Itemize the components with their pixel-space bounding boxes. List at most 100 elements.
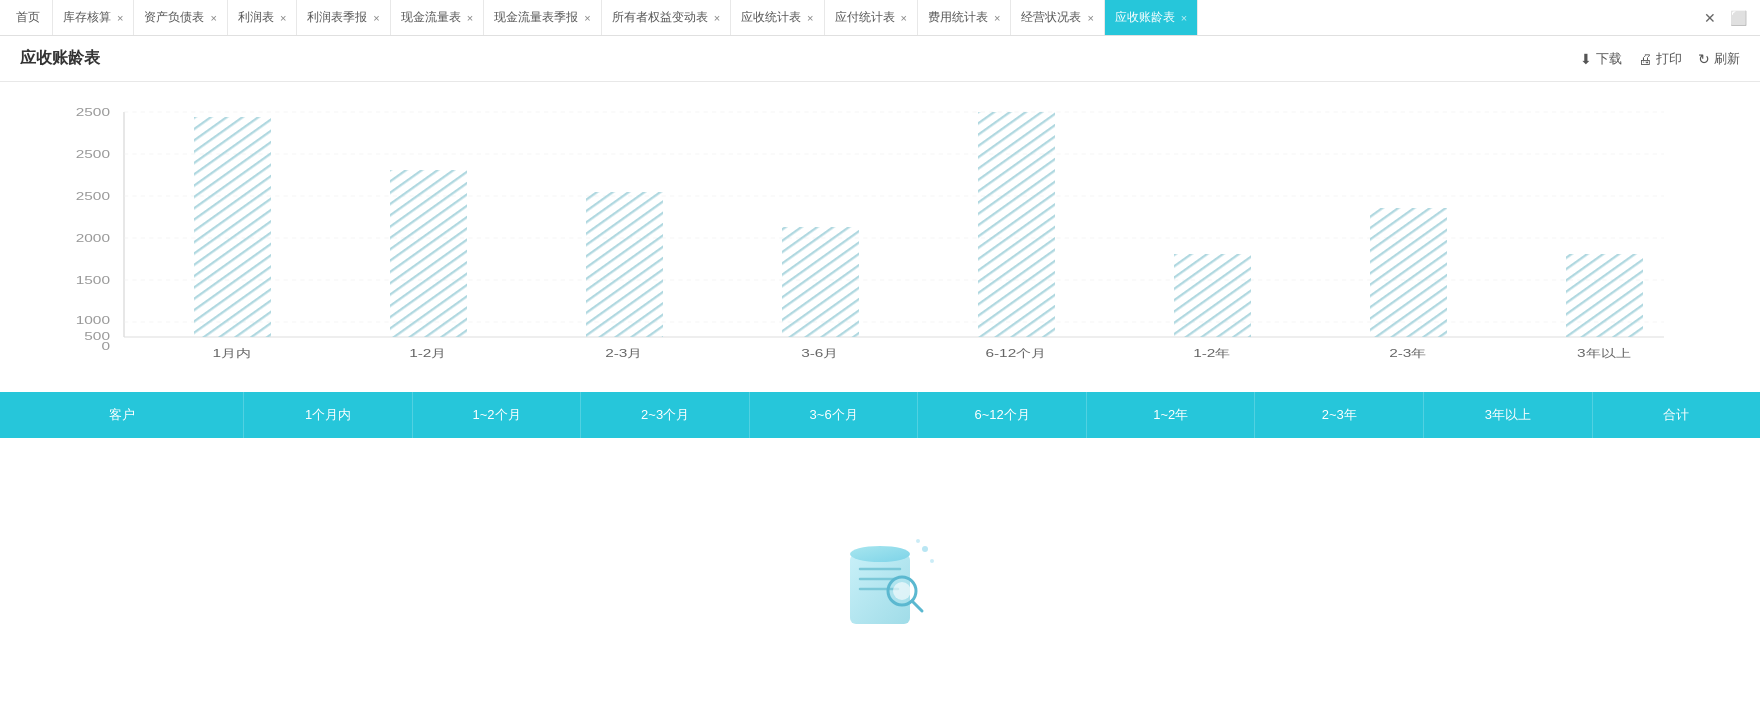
tab-window-controls: ✕ ⬜: [1698, 6, 1756, 30]
tab-label: 利润表季报: [307, 9, 367, 26]
tab-home[interactable]: 首页: [4, 0, 53, 36]
col-1-2month: 1~2个月: [413, 392, 582, 438]
svg-text:6-12个月: 6-12个月: [985, 347, 1046, 359]
svg-text:1500: 1500: [76, 274, 110, 286]
svg-point-32: [893, 582, 911, 600]
tab-ap-stats[interactable]: 应付统计表 ×: [825, 0, 918, 36]
svg-text:2500: 2500: [76, 190, 110, 202]
svg-text:1000: 1000: [76, 314, 110, 326]
tab-label: 资产负债表: [144, 9, 204, 26]
tab-label: 经营状况表: [1021, 9, 1081, 26]
close-icon[interactable]: ×: [901, 12, 907, 24]
tab-label: 应收账龄表: [1115, 9, 1175, 26]
tab-operations[interactable]: 经营状况表 ×: [1011, 0, 1104, 36]
col-1month: 1个月内: [244, 392, 413, 438]
close-icon[interactable]: ×: [714, 12, 720, 24]
col-1-2year: 1~2年: [1087, 392, 1256, 438]
bar-3年以上: [1566, 254, 1643, 337]
download-button[interactable]: ⬇ 下载: [1580, 50, 1622, 68]
bar-3-6月: [782, 227, 859, 337]
close-icon[interactable]: ×: [467, 12, 473, 24]
svg-text:1-2年: 1-2年: [1193, 347, 1230, 359]
tab-label: 费用统计表: [928, 9, 988, 26]
col-3-6month: 3~6个月: [750, 392, 919, 438]
svg-text:0: 0: [101, 340, 110, 352]
svg-text:2500: 2500: [76, 106, 110, 118]
tab-cashflow[interactable]: 现金流量表 ×: [391, 0, 484, 36]
col-customer: 客户: [0, 392, 244, 438]
svg-text:3-6月: 3-6月: [801, 347, 838, 359]
page-header: 应收账龄表 ⬇ 下载 🖨 打印 ↻ 刷新: [0, 36, 1760, 82]
close-icon[interactable]: ×: [807, 12, 813, 24]
bar-6-12月: [978, 112, 1055, 337]
svg-point-35: [930, 559, 934, 563]
tab-bar: 首页 库存核算 × 资产负债表 × 利润表 × 利润表季报 × 现金流量表 × …: [0, 0, 1760, 36]
tab-inventory[interactable]: 库存核算 ×: [53, 0, 134, 36]
bar-chart: 2500 2500 2500 2000 1500 1000 500 0: [40, 102, 1720, 382]
svg-point-27: [850, 546, 910, 562]
print-button[interactable]: 🖨 打印: [1638, 50, 1682, 68]
empty-state: [0, 438, 1760, 720]
close-icon[interactable]: ×: [994, 12, 1000, 24]
col-3year-plus: 3年以上: [1424, 392, 1593, 438]
refresh-icon: ↻: [1698, 51, 1710, 67]
maximize-window-button[interactable]: ⬜: [1726, 6, 1750, 30]
tab-label: 现金流量表: [401, 9, 461, 26]
close-window-button[interactable]: ✕: [1698, 6, 1722, 30]
bar-1-2年: [1174, 254, 1251, 337]
tab-cashflow-quarterly[interactable]: 现金流量表季报 ×: [484, 0, 601, 36]
empty-state-icon: [820, 519, 940, 639]
close-icon[interactable]: ×: [373, 12, 379, 24]
close-icon[interactable]: ×: [1181, 12, 1187, 24]
svg-text:2-3年: 2-3年: [1389, 347, 1426, 359]
refresh-label: 刷新: [1714, 50, 1740, 68]
chart-area: 2500 2500 2500 2000 1500 1000 500 0: [0, 82, 1760, 392]
svg-text:1-2月: 1-2月: [409, 347, 446, 359]
svg-line-33: [912, 601, 922, 611]
close-icon[interactable]: ×: [280, 12, 286, 24]
svg-text:2500: 2500: [76, 148, 110, 160]
col-2-3year: 2~3年: [1255, 392, 1424, 438]
refresh-button[interactable]: ↻ 刷新: [1698, 50, 1740, 68]
tab-label: 利润表: [238, 9, 274, 26]
bar-2-3月: [586, 192, 663, 337]
header-actions: ⬇ 下载 🖨 打印 ↻ 刷新: [1580, 50, 1740, 68]
svg-text:2-3月: 2-3月: [605, 347, 642, 359]
tab-label: 库存核算: [63, 9, 111, 26]
col-2-3month: 2~3个月: [581, 392, 750, 438]
bar-2-3年: [1370, 208, 1447, 337]
download-icon: ⬇: [1580, 51, 1592, 67]
tab-expense-stats[interactable]: 费用统计表 ×: [918, 0, 1011, 36]
tab-label: 所有者权益变动表: [612, 9, 708, 26]
main-content: 2500 2500 2500 2000 1500 1000 500 0: [0, 82, 1760, 720]
chart-container: 2500 2500 2500 2000 1500 1000 500 0: [40, 102, 1720, 382]
download-label: 下载: [1596, 50, 1622, 68]
tab-ar-stats[interactable]: 应收统计表 ×: [731, 0, 824, 36]
print-icon: 🖨: [1638, 51, 1652, 67]
bar-1月内: [194, 117, 271, 337]
tab-label: 现金流量表季报: [494, 9, 578, 26]
bar-1-2月: [390, 170, 467, 337]
page-title: 应收账龄表: [20, 48, 100, 69]
tab-ar-aging[interactable]: 应收账龄表 ×: [1105, 0, 1198, 36]
tab-profit-quarterly[interactable]: 利润表季报 ×: [297, 0, 390, 36]
svg-text:3年以上: 3年以上: [1577, 347, 1630, 359]
tab-label: 应收统计表: [741, 9, 801, 26]
tab-profit[interactable]: 利润表 ×: [228, 0, 297, 36]
tab-balance[interactable]: 资产负债表 ×: [134, 0, 227, 36]
close-icon[interactable]: ×: [1087, 12, 1093, 24]
tab-label: 应付统计表: [835, 9, 895, 26]
close-icon[interactable]: ×: [117, 12, 123, 24]
svg-text:2000: 2000: [76, 232, 110, 244]
table-header: 客户 1个月内 1~2个月 2~3个月 3~6个月 6~12个月 1~2年 2~…: [0, 392, 1760, 438]
close-icon[interactable]: ×: [584, 12, 590, 24]
svg-point-34: [922, 546, 928, 552]
tab-home-label: 首页: [16, 9, 40, 26]
svg-point-36: [916, 539, 920, 543]
col-total: 合计: [1593, 392, 1760, 438]
col-6-12month: 6~12个月: [918, 392, 1087, 438]
close-icon[interactable]: ×: [210, 12, 216, 24]
svg-text:1月内: 1月内: [213, 347, 251, 359]
tab-equity[interactable]: 所有者权益变动表 ×: [602, 0, 731, 36]
print-label: 打印: [1656, 50, 1682, 68]
